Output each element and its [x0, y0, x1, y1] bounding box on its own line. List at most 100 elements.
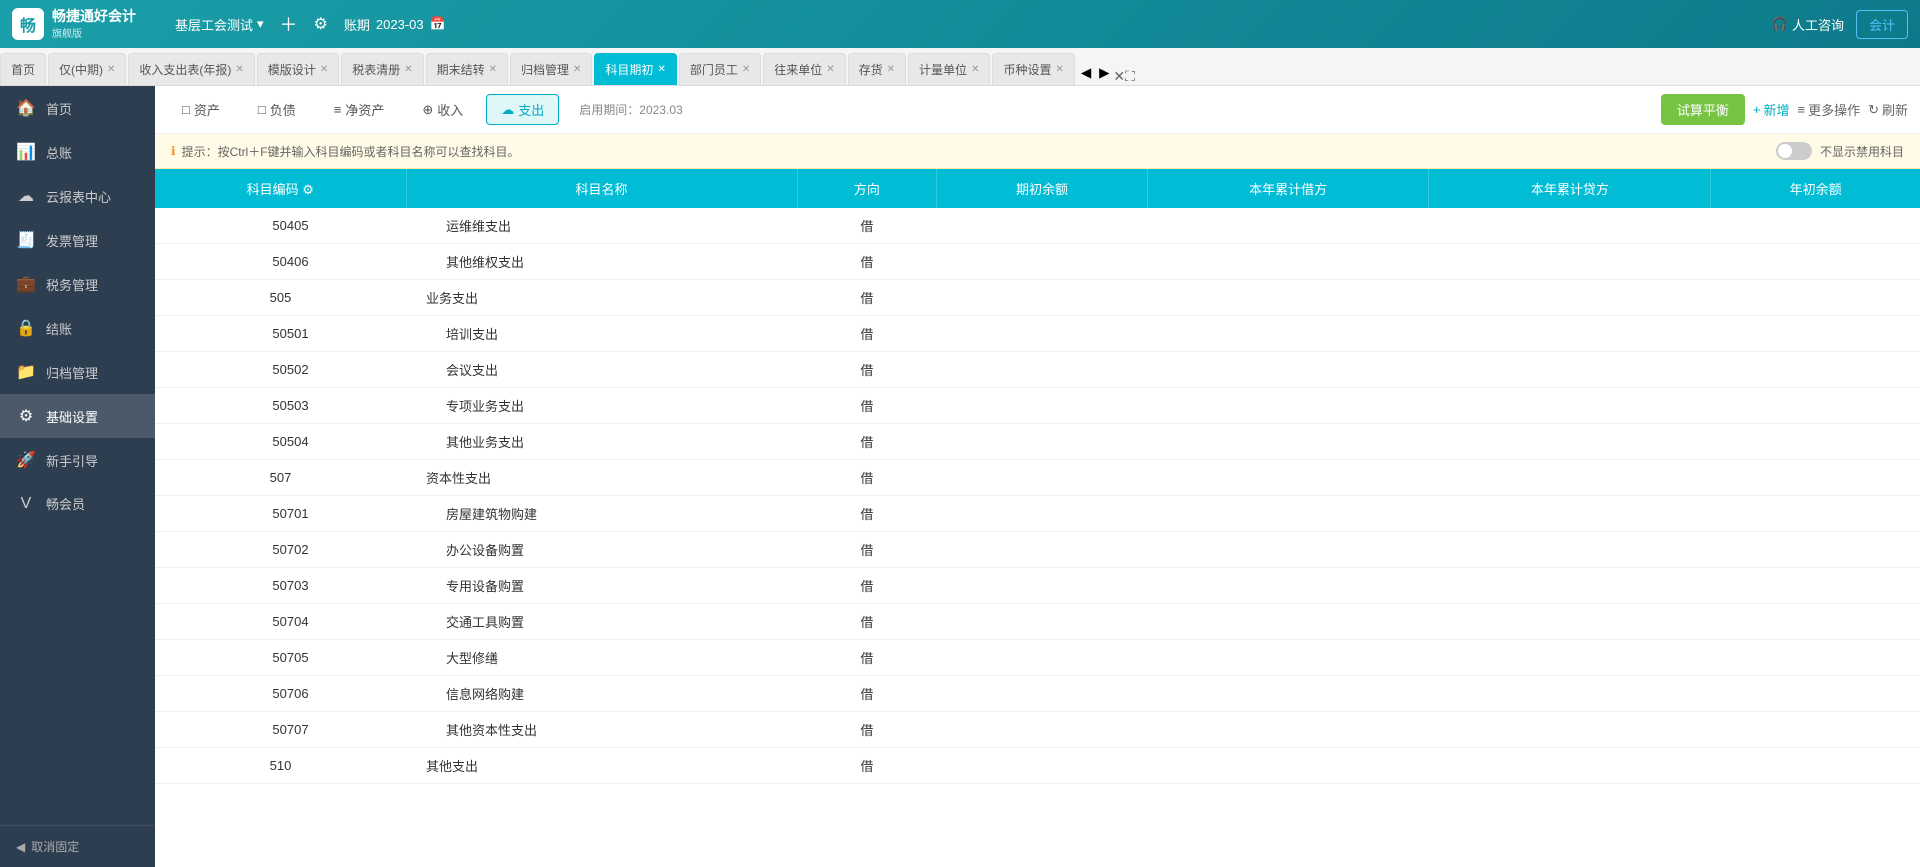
tab-close-icon[interactable]: ✕ — [107, 64, 115, 75]
table-row[interactable]: 50504其他业务支出借 — [155, 424, 1920, 460]
tab-close-icon[interactable]: ✕ — [573, 64, 581, 75]
tab-close-all-button[interactable]: ✕ — [1113, 68, 1125, 85]
sidebar-item-archive[interactable]: 📁 归档管理 — [0, 350, 155, 394]
tab-close-icon[interactable]: ✕ — [320, 64, 328, 75]
table-row[interactable]: 50702办公设备购置借 — [155, 532, 1920, 568]
cell-ytd-credit — [1429, 316, 1711, 352]
sidebar-item-home[interactable]: 🏠 首页 — [0, 86, 155, 130]
account-badge[interactable]: 会计 — [1856, 10, 1908, 39]
cell-ytd-credit — [1429, 352, 1711, 388]
tab-prev-button[interactable]: ◀ — [1077, 61, 1095, 85]
tab-department[interactable]: 部门员工 ✕ — [679, 53, 761, 85]
tab-inventory[interactable]: 存货 ✕ — [848, 53, 906, 85]
sidebar-item-ledger[interactable]: 📊 总账 — [0, 130, 155, 174]
tab-close-icon[interactable]: ✕ — [1055, 64, 1063, 75]
sidebar-item-tax[interactable]: 💼 税务管理 — [0, 262, 155, 306]
sidebar-item-guide[interactable]: 🚀 新手引导 — [0, 438, 155, 482]
cell-year-initial — [1711, 208, 1920, 244]
sidebar-item-settings[interactable]: ⚙ 基础设置 — [0, 394, 155, 438]
col-header-initial-balance: 期初余额 — [937, 169, 1148, 208]
sub-tab-net-asset[interactable]: ≡ 净资产 — [319, 94, 400, 125]
tab-close-icon[interactable]: ✕ — [826, 64, 834, 75]
cell-ytd-debit — [1147, 316, 1429, 352]
col-header-ytd-debit: 本年累计借方 — [1147, 169, 1429, 208]
company-selector[interactable]: 基层工会测试 ▾ — [175, 15, 264, 34]
tab-expand-button[interactable]: ⛶ — [1125, 68, 1135, 85]
period-value: 2023-03 — [376, 17, 424, 32]
calendar-icon[interactable]: 📅 — [430, 16, 446, 32]
tab-measure-unit[interactable]: 计量单位 ✕ — [908, 53, 990, 85]
table-row[interactable]: 507资本性支出借 — [155, 460, 1920, 496]
header-middle: 基层工会测试 ▾ ＋ ⚙ 账期 2023-03 📅 — [167, 11, 1772, 37]
refresh-button[interactable]: ↻ 刷新 — [1868, 100, 1908, 119]
sidebar-item-cloud-report[interactable]: ☁ 云报表中心 — [0, 174, 155, 218]
table-header-row: 科目编码 ⚙ 科目名称 方向 期初余额 本年累计借方 本年累计贷方 年初余额 — [155, 169, 1920, 208]
cell-direction: 借 — [797, 712, 937, 748]
sub-tab-bar: □ 资产 □ 负债 ≡ 净资产 ⊕ 收入 ☁ 支出 启用期间：2023.03 试… — [155, 86, 1920, 134]
tab-close-icon[interactable]: ✕ — [742, 64, 750, 75]
more-operations-button[interactable]: ≡ 更多操作 — [1797, 100, 1860, 119]
cell-ytd-credit — [1429, 532, 1711, 568]
add-button[interactable]: + 新增 — [1753, 100, 1790, 119]
tab-close-icon[interactable]: ✕ — [235, 64, 243, 75]
tab-close-icon[interactable]: ✕ — [887, 64, 895, 75]
tab-subject-initial[interactable]: 科目期初 ✕ — [594, 53, 676, 85]
tab-counterpart[interactable]: 往来单位 ✕ — [763, 53, 845, 85]
sub-tab-expenditure[interactable]: ☁ 支出 — [486, 94, 559, 125]
cell-ytd-debit — [1147, 568, 1429, 604]
disable-subject-toggle[interactable] — [1776, 142, 1812, 160]
tab-currency[interactable]: 币种设置 ✕ — [992, 53, 1074, 85]
table-row[interactable]: 50502会议支出借 — [155, 352, 1920, 388]
table-row[interactable]: 50406其他维权支出借 — [155, 244, 1920, 280]
tab-close-icon[interactable]: ✕ — [404, 64, 412, 75]
table-row[interactable]: 50701房屋建筑物购建借 — [155, 496, 1920, 532]
calculate-balance-button[interactable]: 试算平衡 — [1661, 94, 1745, 125]
tab-template[interactable]: 模版设计 ✕ — [257, 53, 339, 85]
table-row[interactable]: 50705大型修缮借 — [155, 640, 1920, 676]
sidebar-label-cloud-report: 云报表中心 — [46, 187, 111, 206]
sub-tab-asset[interactable]: □ 资产 — [167, 94, 235, 125]
sidebar-collapse-button[interactable]: ◀ 取消固定 — [0, 825, 155, 867]
tab-close-icon[interactable]: ✕ — [489, 64, 497, 75]
table-row[interactable]: 50704交通工具购置借 — [155, 604, 1920, 640]
tab-tax-list[interactable]: 税表清册 ✕ — [341, 53, 423, 85]
cell-initial-balance — [937, 208, 1148, 244]
table-row[interactable]: 50501培训支出借 — [155, 316, 1920, 352]
help-button[interactable]: 🎧 人工咨询 — [1772, 15, 1844, 34]
tab-next-button[interactable]: ▶ — [1095, 61, 1113, 85]
table-row[interactable]: 505业务支出借 — [155, 280, 1920, 316]
tab-annual-report[interactable]: 收入支出表(年报) ✕ — [128, 53, 254, 85]
info-icon: ℹ — [171, 144, 176, 158]
sub-tab-income[interactable]: ⊕ 收入 — [407, 94, 478, 125]
settings-button[interactable]: ⚙ — [314, 14, 328, 34]
tab-period-end[interactable]: 期末结转 ✕ — [426, 53, 508, 85]
sub-tab-liability[interactable]: □ 负债 — [243, 94, 311, 125]
table-row[interactable]: 510其他支出借 — [155, 748, 1920, 784]
table-row[interactable]: 50706信息网络购建借 — [155, 676, 1920, 712]
sidebar-item-membership[interactable]: V 畅会员 — [0, 482, 155, 525]
cell-code: 50706 — [155, 676, 406, 712]
tab-close-icon[interactable]: ✕ — [657, 64, 665, 75]
table-row[interactable]: 50707其他资本性支出借 — [155, 712, 1920, 748]
cell-code: 50704 — [155, 604, 406, 640]
cell-ytd-debit — [1147, 208, 1429, 244]
table-row[interactable]: 50405运维维支出借 — [155, 208, 1920, 244]
tab-archive-mgmt[interactable]: 归档管理 ✕ — [510, 53, 592, 85]
add-company-button[interactable]: ＋ — [280, 11, 298, 37]
cell-name: 其他支出 — [406, 748, 797, 784]
col-header-ytd-credit: 本年累计贷方 — [1429, 169, 1711, 208]
cell-code: 505 — [155, 280, 406, 316]
cloud-icon: ☁ — [16, 186, 36, 206]
table-container[interactable]: 科目编码 ⚙ 科目名称 方向 期初余额 本年累计借方 本年累计贷方 年初余额 5… — [155, 169, 1920, 867]
col-settings-icon[interactable]: ⚙ — [302, 182, 314, 197]
sidebar-item-closing[interactable]: 🔒 结账 — [0, 306, 155, 350]
tab-close-icon[interactable]: ✕ — [971, 64, 979, 75]
sidebar-item-invoice[interactable]: 🧾 发票管理 — [0, 218, 155, 262]
cell-initial-balance — [937, 280, 1148, 316]
table-row[interactable]: 50503专项业务支出借 — [155, 388, 1920, 424]
toggle-container: 不显示禁用科目 — [1776, 142, 1904, 160]
tab-interim[interactable]: 仅(中期) ✕ — [48, 53, 126, 85]
info-message: 提示：按Ctrl＋F键并输入科目编码或者科目名称可以查找科目。 — [182, 143, 520, 160]
tab-home[interactable]: 首页 — [0, 53, 46, 85]
table-row[interactable]: 50703专用设备购置借 — [155, 568, 1920, 604]
